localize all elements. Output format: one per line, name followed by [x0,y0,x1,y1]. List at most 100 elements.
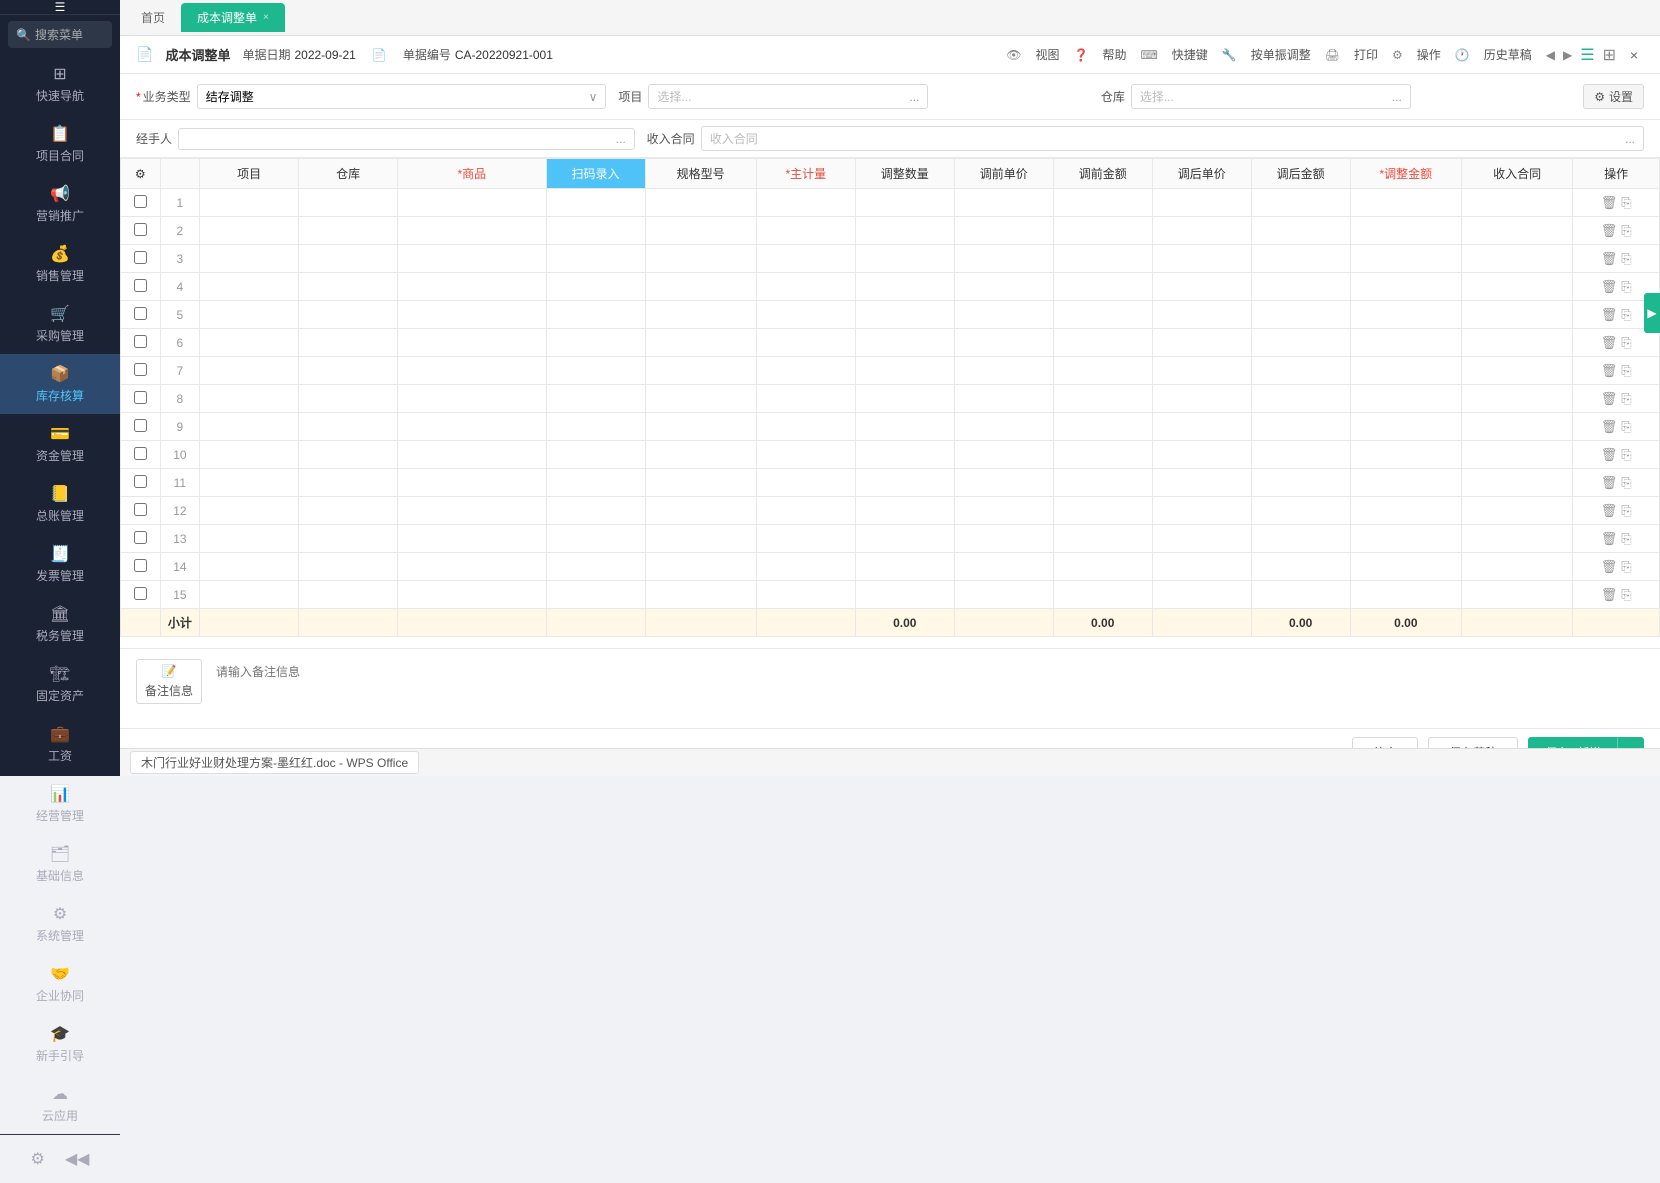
row-checkbox-cell[interactable] [121,273,161,301]
table-cell[interactable] [299,469,398,497]
copy-row-icon[interactable]: ⎘ [1621,251,1631,267]
table-cell[interactable] [1152,497,1251,525]
table-cell[interactable] [756,413,855,441]
table-cell[interactable] [855,357,954,385]
table-cell[interactable] [1350,497,1461,525]
table-cell[interactable] [200,357,299,385]
table-cell[interactable] [1461,189,1572,217]
table-cell[interactable] [855,217,954,245]
table-cell[interactable] [1461,329,1572,357]
delete-row-icon[interactable]: 🗑 [1601,503,1618,519]
table-cell[interactable] [645,189,756,217]
table-cell[interactable] [954,245,1053,273]
table-cell[interactable] [855,385,954,413]
sidebar-item-cloud[interactable]: ☁ 云应用 [0,1074,120,1134]
table-cell[interactable] [546,525,645,553]
table-cell[interactable] [1461,525,1572,553]
table-cell[interactable] [954,273,1053,301]
table-cell[interactable] [756,217,855,245]
table-cell[interactable] [1350,413,1461,441]
table-cell[interactable] [1053,497,1152,525]
table-cell[interactable] [756,581,855,609]
table-cell[interactable] [546,469,645,497]
table-cell[interactable] [1152,441,1251,469]
tab-close-icon[interactable]: × [263,12,269,23]
table-cell[interactable] [1152,245,1251,273]
table-cell[interactable] [756,189,855,217]
table-cell[interactable] [299,553,398,581]
table-cell[interactable] [1461,217,1572,245]
row-checkbox[interactable] [134,363,147,376]
table-cell[interactable] [1251,441,1350,469]
table-cell[interactable] [1350,553,1461,581]
table-cell[interactable] [546,217,645,245]
table-cell[interactable] [855,525,954,553]
table-cell[interactable] [954,301,1053,329]
copy-row-icon[interactable]: ⎘ [1621,307,1631,323]
table-cell[interactable] [299,217,398,245]
table-cell[interactable] [855,441,954,469]
per-order-btn[interactable]: 按单振调整 [1245,44,1317,65]
col-header-scan[interactable]: 扫码录入 [546,159,645,189]
table-cell[interactable] [546,329,645,357]
row-checkbox-cell[interactable] [121,189,161,217]
table-cell[interactable] [855,413,954,441]
table-cell[interactable] [1152,469,1251,497]
table-cell[interactable] [200,385,299,413]
sidebar-item-finance[interactable]: 💳 资金管理 [0,414,120,474]
table-cell[interactable] [645,581,756,609]
table-cell[interactable] [299,441,398,469]
table-cell[interactable] [1350,273,1461,301]
table-cell[interactable] [546,301,645,329]
table-cell[interactable] [855,497,954,525]
table-cell[interactable] [954,469,1053,497]
row-checkbox[interactable] [134,335,147,348]
table-cell[interactable] [1053,441,1152,469]
table-cell[interactable] [1251,301,1350,329]
row-checkbox[interactable] [134,531,147,544]
row-checkbox[interactable] [134,279,147,292]
delete-row-icon[interactable]: 🗑 [1601,195,1618,211]
table-cell[interactable] [645,553,756,581]
table-cell[interactable] [398,497,546,525]
row-checkbox-cell[interactable] [121,413,161,441]
table-cell[interactable] [398,245,546,273]
sidebar-item-basic-info[interactable]: 🗂 基础信息 [0,834,120,894]
table-cell[interactable] [398,413,546,441]
table-cell[interactable] [756,497,855,525]
table-cell[interactable] [398,469,546,497]
table-cell[interactable] [954,385,1053,413]
table-cell[interactable] [546,441,645,469]
table-cell[interactable] [855,245,954,273]
warehouse-input[interactable]: 选择... ... [1131,84,1411,109]
doc-icon[interactable]: 📄 [136,46,153,63]
table-cell[interactable] [200,525,299,553]
sidebar-item-fixed-assets[interactable]: 🏗 固定资产 [0,654,120,714]
table-cell[interactable] [1350,329,1461,357]
row-checkbox-cell[interactable] [121,301,161,329]
table-cell[interactable] [756,553,855,581]
project-input[interactable]: 选择... ... [648,84,928,109]
delete-row-icon[interactable]: 🗑 [1601,251,1618,267]
table-cell[interactable] [1251,525,1350,553]
table-cell[interactable] [1152,581,1251,609]
table-cell[interactable] [1251,469,1350,497]
table-cell[interactable] [299,329,398,357]
table-cell[interactable] [200,441,299,469]
table-cell[interactable] [200,581,299,609]
settings-button[interactable]: ⚙ 设置 [1583,84,1644,109]
table-cell[interactable] [645,525,756,553]
table-cell[interactable] [1053,217,1152,245]
delete-row-icon[interactable]: 🗑 [1601,447,1618,463]
sidebar-item-system[interactable]: ⚙ 系统管理 [0,894,120,954]
row-checkbox-cell[interactable] [121,553,161,581]
sidebar-item-purchase-mgmt[interactable]: 🛒 采购管理 [0,294,120,354]
row-checkbox[interactable] [134,223,147,236]
row-checkbox[interactable] [134,307,147,320]
row-checkbox[interactable] [134,587,147,600]
table-cell[interactable] [546,189,645,217]
table-cell[interactable] [1053,357,1152,385]
nav-next-icon[interactable]: ▶ [1563,48,1572,62]
table-cell[interactable] [398,581,546,609]
table-cell[interactable] [1350,469,1461,497]
